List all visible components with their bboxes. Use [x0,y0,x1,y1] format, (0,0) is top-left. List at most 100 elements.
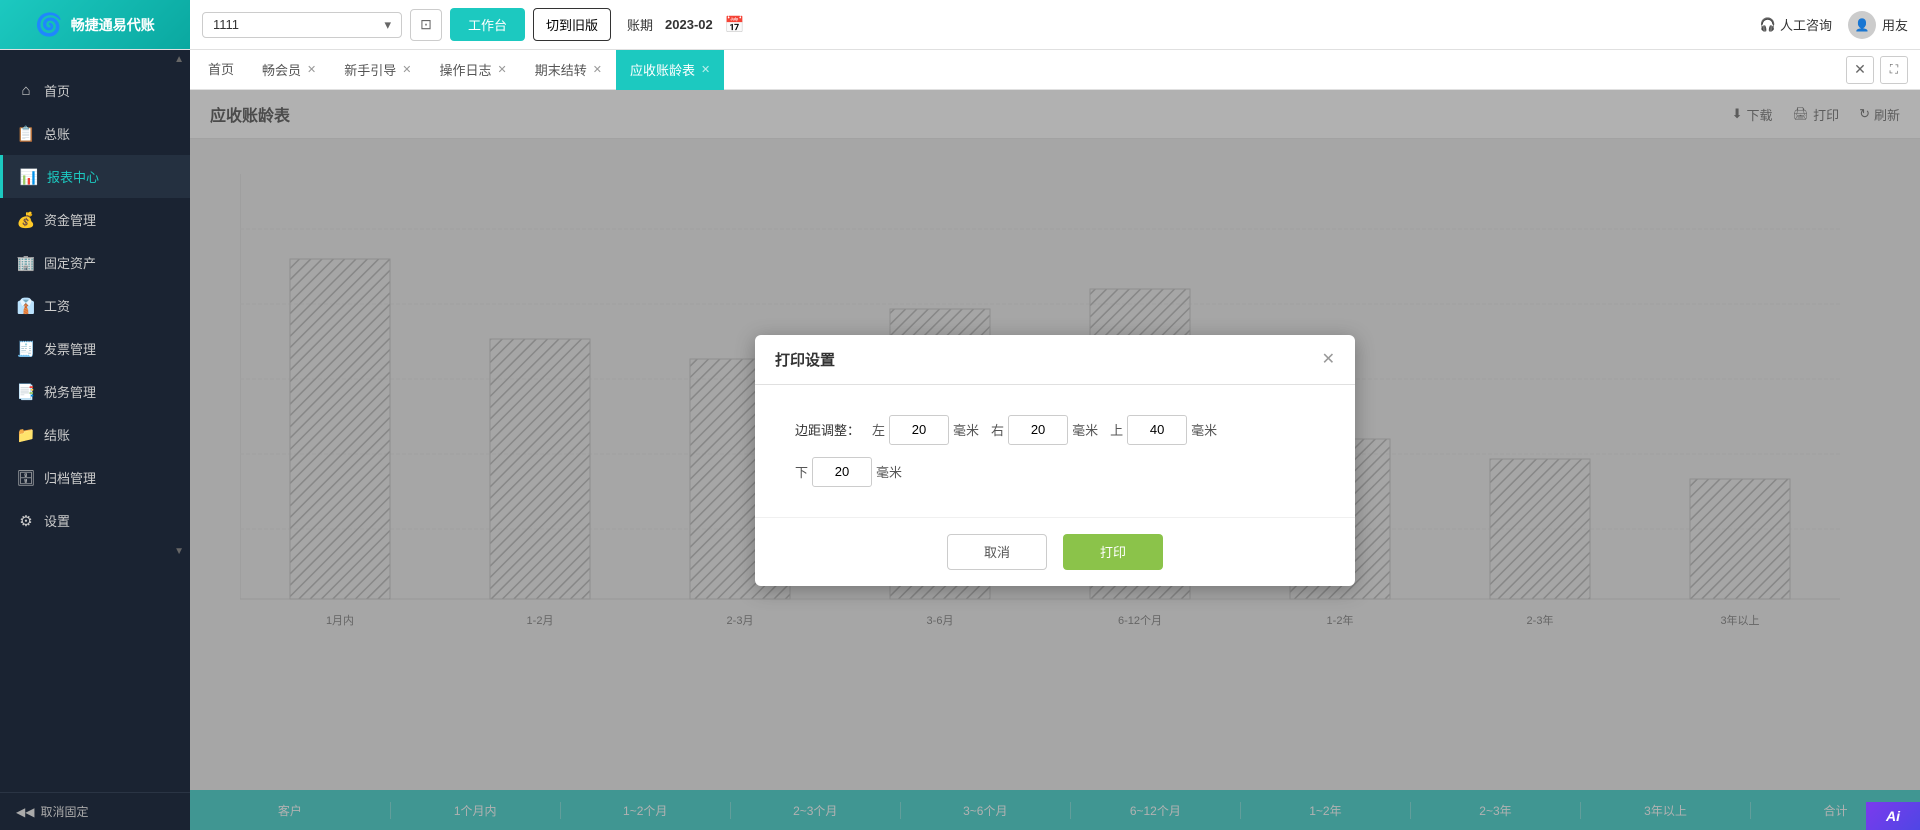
sidebar-item-tax[interactable]: 📑 税务管理 [0,370,190,413]
pin-icon: ◀◀ [16,805,34,819]
workbench-button[interactable]: 工作台 [450,8,525,41]
sidebar-label: 结账 [44,425,70,444]
margin-right-group: 右 毫米 [991,415,1098,445]
cancel-pin-label: 取消固定 [40,803,88,820]
close-icon[interactable]: ✕ [498,63,507,76]
calendar-icon[interactable]: 📅 [725,15,745,35]
sidebar-item-ledger[interactable]: 📋 总账 [0,112,190,155]
report-icon: 📊 [19,168,39,186]
margin-top-input[interactable] [1127,415,1187,445]
sidebar-label: 发票管理 [44,339,96,358]
modal-backdrop[interactable]: 打印设置 ✕ 边距调整： 左 毫米 [190,90,1920,830]
sidebar-item-payroll[interactable]: 👔 工资 [0,284,190,327]
period-value: 2023-02 [665,17,713,32]
sidebar: ▲ ⌂ 首页 📋 总账 📊 报表中心 💰 资金管理 🏢 固定资产 👔 工资 🧾 [0,50,190,830]
consult-button[interactable]: 🎧 人工咨询 [1760,15,1832,34]
bottom-unit-label: 毫米 [876,462,902,481]
assets-icon: 🏢 [16,254,36,272]
margin-right-input[interactable] [1008,415,1068,445]
confirm-print-button[interactable]: 打印 [1063,534,1163,570]
sidebar-item-report[interactable]: 📊 报表中心 [0,155,190,198]
tab-guide[interactable]: 新手引导 ✕ [330,50,425,90]
user-area[interactable]: 👤 用友 [1848,11,1908,39]
margin-row: 边距调整： 左 毫米 右 毫米 [795,415,1315,487]
tab-member-label: 畅会员 [262,60,301,79]
cancel-pin-button[interactable]: ◀◀ 取消固定 [0,792,190,830]
logo-text: 畅捷通易代账 [71,15,155,35]
expand-tab-button[interactable]: ⛶ [1880,56,1908,84]
switch-version-button[interactable]: 切到旧版 [533,8,611,41]
x-icon: ✕ [1854,61,1866,78]
sidebar-label: 报表中心 [47,167,99,186]
chevron-down-icon: ▾ [384,17,391,33]
scroll-down-indicator[interactable]: ▼ [0,542,190,561]
cancel-button[interactable]: 取消 [947,534,1047,570]
tab-home-label: 首页 [208,59,234,78]
close-tab-button[interactable]: ✕ [1846,56,1874,84]
sidebar-item-fund[interactable]: 💰 资金管理 [0,198,190,241]
tab-home[interactable]: 首页 [194,50,248,90]
margin-label: 边距调整： [795,420,860,439]
user-label: 用友 [1882,15,1908,34]
expand-icon: ⛶ [1890,62,1898,77]
margin-left-input[interactable] [889,415,949,445]
ledger-icon: 📋 [16,125,36,143]
settings-icon: ⚙ [16,512,36,530]
sidebar-label: 总账 [44,124,70,143]
content-area: 首页 畅会员 ✕ 新手引导 ✕ 操作日志 ✕ 期末结转 ✕ 应收账龄表 ✕ [190,50,1920,830]
close-icon[interactable]: ✕ [701,63,710,76]
modal-close-button[interactable]: ✕ [1322,349,1335,369]
modal-title: 打印设置 [775,349,835,370]
ai-badge[interactable]: Ai [1866,802,1920,830]
tab-member[interactable]: 畅会员 ✕ [248,50,330,90]
sidebar-item-assets[interactable]: 🏢 固定资产 [0,241,190,284]
print-settings-modal: 打印设置 ✕ 边距调整： 左 毫米 [755,335,1355,586]
right-dir-label: 右 [991,420,1004,439]
headset-icon: 🎧 [1760,17,1776,33]
sidebar-label: 工资 [44,296,70,315]
tabs-bar: 首页 畅会员 ✕ 新手引导 ✕ 操作日志 ✕ 期末结转 ✕ 应收账龄表 ✕ [190,50,1920,90]
copy-button[interactable]: ⊡ [410,9,442,41]
left-unit-label: 毫米 [953,420,979,439]
fund-icon: 💰 [16,211,36,229]
close-icon[interactable]: ✕ [402,63,411,76]
sidebar-item-archive[interactable]: 🗄 归档管理 [0,456,190,499]
margin-bottom-group: 下 毫米 [795,457,902,487]
tab-aging[interactable]: 应收账龄表 ✕ [616,50,724,90]
sidebar-label: 归档管理 [44,468,96,487]
sidebar-item-invoice[interactable]: 🧾 发票管理 [0,327,190,370]
logo-area: 🌀 畅捷通易代账 [0,0,190,49]
page-content: 应收账龄表 ⬇ 下载 🖨 打印 ↻ 刷新 [190,90,1920,830]
scroll-up-indicator[interactable]: ▲ [0,50,190,69]
sidebar-item-settle[interactable]: 📁 结账 [0,413,190,456]
left-dir-label: 左 [872,420,885,439]
tax-icon: 📑 [16,383,36,401]
sidebar-item-settings[interactable]: ⚙ 设置 [0,499,190,542]
top-unit-label: 毫米 [1191,420,1217,439]
company-selector[interactable]: 1111 ▾ [202,12,402,38]
avatar: 👤 [1848,11,1876,39]
tab-period-end-label: 期末结转 [535,60,587,79]
bottom-dir-label: 下 [795,462,808,481]
settle-icon: 📁 [16,426,36,444]
close-icon[interactable]: ✕ [307,63,316,76]
tab-aging-label: 应收账龄表 [630,60,695,79]
sidebar-item-home[interactable]: ⌂ 首页 [0,69,190,112]
top-dir-label: 上 [1110,420,1123,439]
company-name: 1111 [213,17,376,32]
tab-log[interactable]: 操作日志 ✕ [425,50,520,90]
margin-bottom-input[interactable] [812,457,872,487]
modal-header: 打印设置 ✕ [755,335,1355,385]
tab-period-end[interactable]: 期末结转 ✕ [521,50,616,90]
payroll-icon: 👔 [16,297,36,315]
home-icon: ⌂ [16,82,36,99]
right-unit-label: 毫米 [1072,420,1098,439]
ai-label: Ai [1886,808,1900,824]
sidebar-label: 设置 [44,511,70,530]
sidebar-label: 税务管理 [44,382,96,401]
close-icon[interactable]: ✕ [593,63,602,76]
archive-icon: 🗄 [16,469,36,487]
modal-body: 边距调整： 左 毫米 右 毫米 [755,385,1355,517]
tab-guide-label: 新手引导 [344,60,396,79]
consult-label: 人工咨询 [1780,15,1832,34]
